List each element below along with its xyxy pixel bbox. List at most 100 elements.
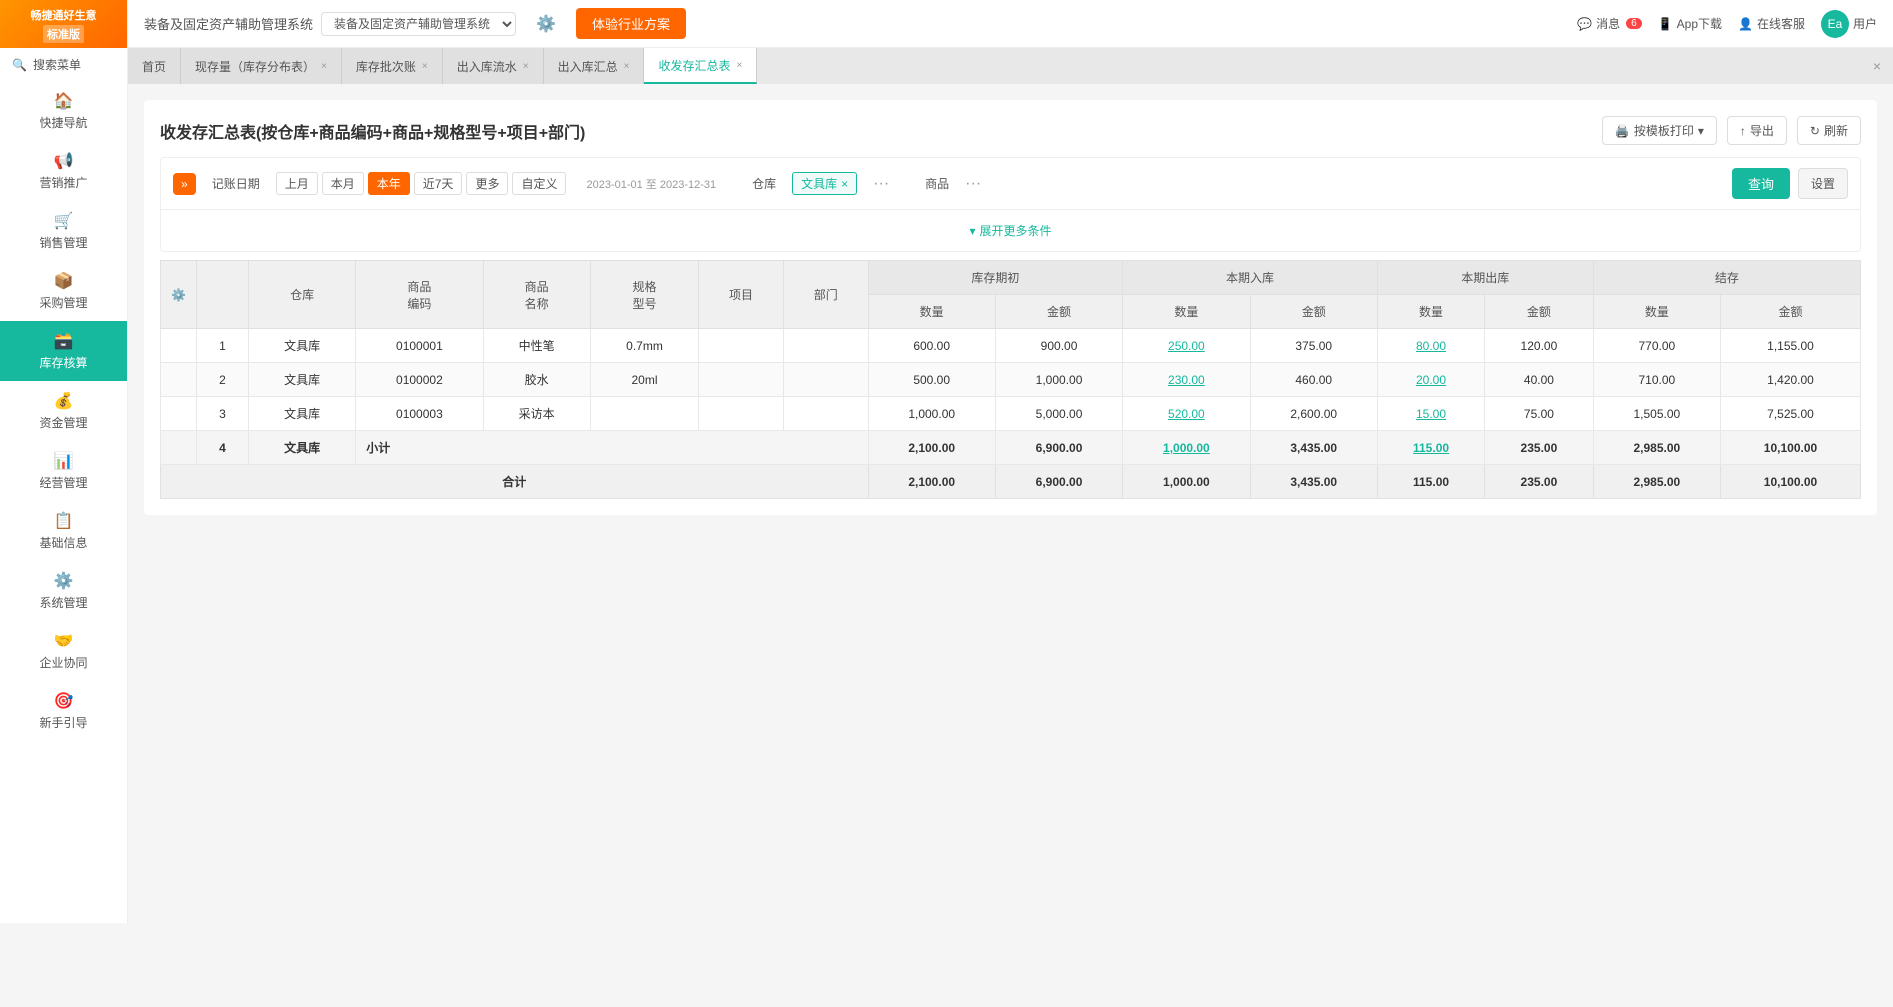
tab-flow-close[interactable]: ×	[523, 61, 529, 72]
row-goods-code: 0100003	[356, 397, 483, 431]
row-bal-qty: 1,505.00	[1593, 397, 1720, 431]
goods-more-dots[interactable]: ···	[965, 175, 981, 193]
date-btn-this-month[interactable]: 本月	[322, 172, 364, 195]
row-out-qty[interactable]: 15.00	[1377, 397, 1484, 431]
table-settings-col[interactable]: ⚙️	[161, 261, 197, 329]
expand-more-btn[interactable]: ▾ 展开更多条件	[969, 222, 1051, 239]
sidebar-item-finance[interactable]: 💰 资金管理	[0, 381, 127, 441]
avatar: Ea	[1821, 10, 1849, 38]
date-btn-7days[interactable]: 近7天	[414, 172, 463, 195]
row-no: 1	[196, 329, 248, 363]
sidebar-item-label: 系统管理	[39, 594, 87, 611]
system-title: 装备及固定资产辅助管理系统	[144, 14, 313, 33]
subtotal-settings	[161, 431, 197, 465]
subtotal-row: 4 文具库 小计 2,100.00 6,900.00 1,000.00 3,43…	[161, 431, 1861, 465]
tab-batch[interactable]: 库存批次账 ×	[342, 48, 443, 84]
sidebar-item-sales[interactable]: 🛒 销售管理	[0, 201, 127, 261]
subtotal-in-qty[interactable]: 1,000.00	[1123, 431, 1250, 465]
date-btn-last-month[interactable]: 上月	[276, 172, 318, 195]
row-goods-code: 0100002	[356, 363, 483, 397]
tab-home[interactable]: 首页	[128, 48, 181, 84]
sidebar-item-purchase[interactable]: 📦 采购管理	[0, 261, 127, 321]
sidebar: 畅捷通好生意 标准版 🔍 搜索菜单 🏠 快捷导航 📢 营销推广 🛒 销售管理 📦…	[0, 0, 128, 923]
row-bal-amt: 1,420.00	[1721, 363, 1861, 397]
sidebar-item-quick-nav[interactable]: 🏠 快捷导航	[0, 81, 127, 141]
enterprise-icon: 🤝	[54, 631, 74, 651]
col-group-opening: 库存期初	[868, 261, 1123, 295]
print-label: 按模板打印	[1634, 122, 1694, 139]
tab-recv-send-close[interactable]: ×	[736, 60, 742, 71]
sidebar-item-guide[interactable]: 🎯 新手引导	[0, 681, 127, 741]
sidebar-item-operations[interactable]: 📊 经营管理	[0, 441, 127, 501]
date-btn-custom[interactable]: 自定义	[512, 172, 566, 195]
total-row: 合计 2,100.00 6,900.00 1,000.00 3,435.00 1…	[161, 465, 1861, 499]
col-in-amt: 金额	[1250, 295, 1377, 329]
row-out-qty[interactable]: 80.00	[1377, 329, 1484, 363]
sidebar-item-system[interactable]: ⚙️ 系统管理	[0, 561, 127, 621]
system-selector[interactable]: 装备及固定资产辅助管理系统	[321, 12, 516, 36]
row-bal-amt: 7,525.00	[1721, 397, 1861, 431]
message-item[interactable]: 💬 消息 6	[1577, 15, 1642, 32]
service-icon: 👤	[1738, 17, 1753, 31]
online-service-item[interactable]: 👤 在线客服	[1738, 15, 1805, 32]
row-out-qty[interactable]: 20.00	[1377, 363, 1484, 397]
tab-stock-dist-close[interactable]: ×	[321, 61, 327, 72]
warehouse-more-dots[interactable]: ···	[873, 175, 889, 193]
app-download-item[interactable]: 📱 App下载	[1658, 15, 1722, 32]
tab-bar: 首页 现存量（库存分布表） × 库存批次账 × 出入库流水 × 出入库汇总 × …	[128, 48, 1893, 84]
tab-bar-close-all[interactable]: ×	[1861, 58, 1893, 74]
finance-icon: 💰	[54, 391, 74, 411]
basic-info-icon: 📋	[54, 511, 74, 531]
row-dept	[783, 397, 868, 431]
date-btn-this-year[interactable]: 本年	[368, 172, 410, 195]
page-title-bar: 收发存汇总表(按仓库+商品编码+商品+规格型号+项目+部门) 🖨️ 按模板打印 …	[160, 116, 1861, 145]
row-in-qty[interactable]: 250.00	[1123, 329, 1250, 363]
tab-flow[interactable]: 出入库流水 ×	[443, 48, 544, 84]
subtotal-out-qty[interactable]: 115.00	[1377, 431, 1484, 465]
row-project	[699, 363, 784, 397]
total-in-qty: 1,000.00	[1123, 465, 1250, 499]
goods-label: 商品	[925, 175, 949, 192]
sidebar-item-label: 采购管理	[39, 294, 87, 311]
app-download-label: App下载	[1677, 15, 1722, 32]
row-in-qty[interactable]: 230.00	[1123, 363, 1250, 397]
warehouse-tag-close[interactable]: ×	[841, 177, 848, 191]
refresh-button[interactable]: ↻ 刷新	[1797, 116, 1861, 145]
table-row: 2 文具库 0100002 胶水 20ml 500.00 1,000.00 23…	[161, 363, 1861, 397]
sidebar-item-basic-info[interactable]: 📋 基础信息	[0, 501, 127, 561]
row-goods-spec: 0.7mm	[590, 329, 698, 363]
filter-toggle-btn[interactable]: »	[173, 173, 196, 195]
header-right: 💬 消息 6 📱 App下载 👤 在线客服 Ea 用户	[1577, 10, 1877, 38]
sidebar-item-enterprise[interactable]: 🤝 企业协同	[0, 621, 127, 681]
row-dept	[783, 329, 868, 363]
tab-stock-dist[interactable]: 现存量（库存分布表） ×	[181, 48, 342, 84]
row-no: 3	[196, 397, 248, 431]
subtotal-bal-qty: 2,985.00	[1593, 431, 1720, 465]
home-icon: 🏠	[54, 91, 74, 111]
row-in-amt: 460.00	[1250, 363, 1377, 397]
message-icon: 💬	[1577, 17, 1592, 31]
sidebar-item-marketing[interactable]: 📢 营销推广	[0, 141, 127, 201]
query-button[interactable]: 查询	[1732, 168, 1790, 199]
tab-summary-close[interactable]: ×	[624, 61, 630, 72]
col-out-amt: 金额	[1485, 295, 1594, 329]
gear-button[interactable]: ⚙️	[524, 9, 568, 39]
row-in-qty[interactable]: 520.00	[1123, 397, 1250, 431]
row-open-amt: 5,000.00	[995, 397, 1122, 431]
settings-button[interactable]: 设置	[1798, 168, 1848, 199]
trial-button[interactable]: 体验行业方案	[576, 8, 686, 39]
tab-batch-close[interactable]: ×	[422, 61, 428, 72]
tab-recv-send[interactable]: 收发存汇总表 ×	[644, 48, 757, 84]
date-btn-more[interactable]: 更多	[466, 172, 508, 195]
user-item[interactable]: Ea 用户	[1821, 10, 1877, 38]
print-button[interactable]: 🖨️ 按模板打印 ▾	[1602, 116, 1717, 145]
tab-summary[interactable]: 出入库汇总 ×	[544, 48, 645, 84]
row-dept	[783, 363, 868, 397]
export-button[interactable]: ↑ 导出	[1727, 116, 1787, 145]
search-menu-label: 搜索菜单	[33, 56, 81, 73]
sidebar-item-inventory[interactable]: 🗃️ 库存核算	[0, 321, 127, 381]
operations-icon: 📊	[54, 451, 74, 471]
row-open-qty: 1,000.00	[868, 397, 995, 431]
search-menu[interactable]: 🔍 搜索菜单	[0, 48, 127, 81]
top-header: 装备及固定资产辅助管理系统 装备及固定资产辅助管理系统 ⚙️ 体验行业方案 💬 …	[128, 0, 1893, 48]
